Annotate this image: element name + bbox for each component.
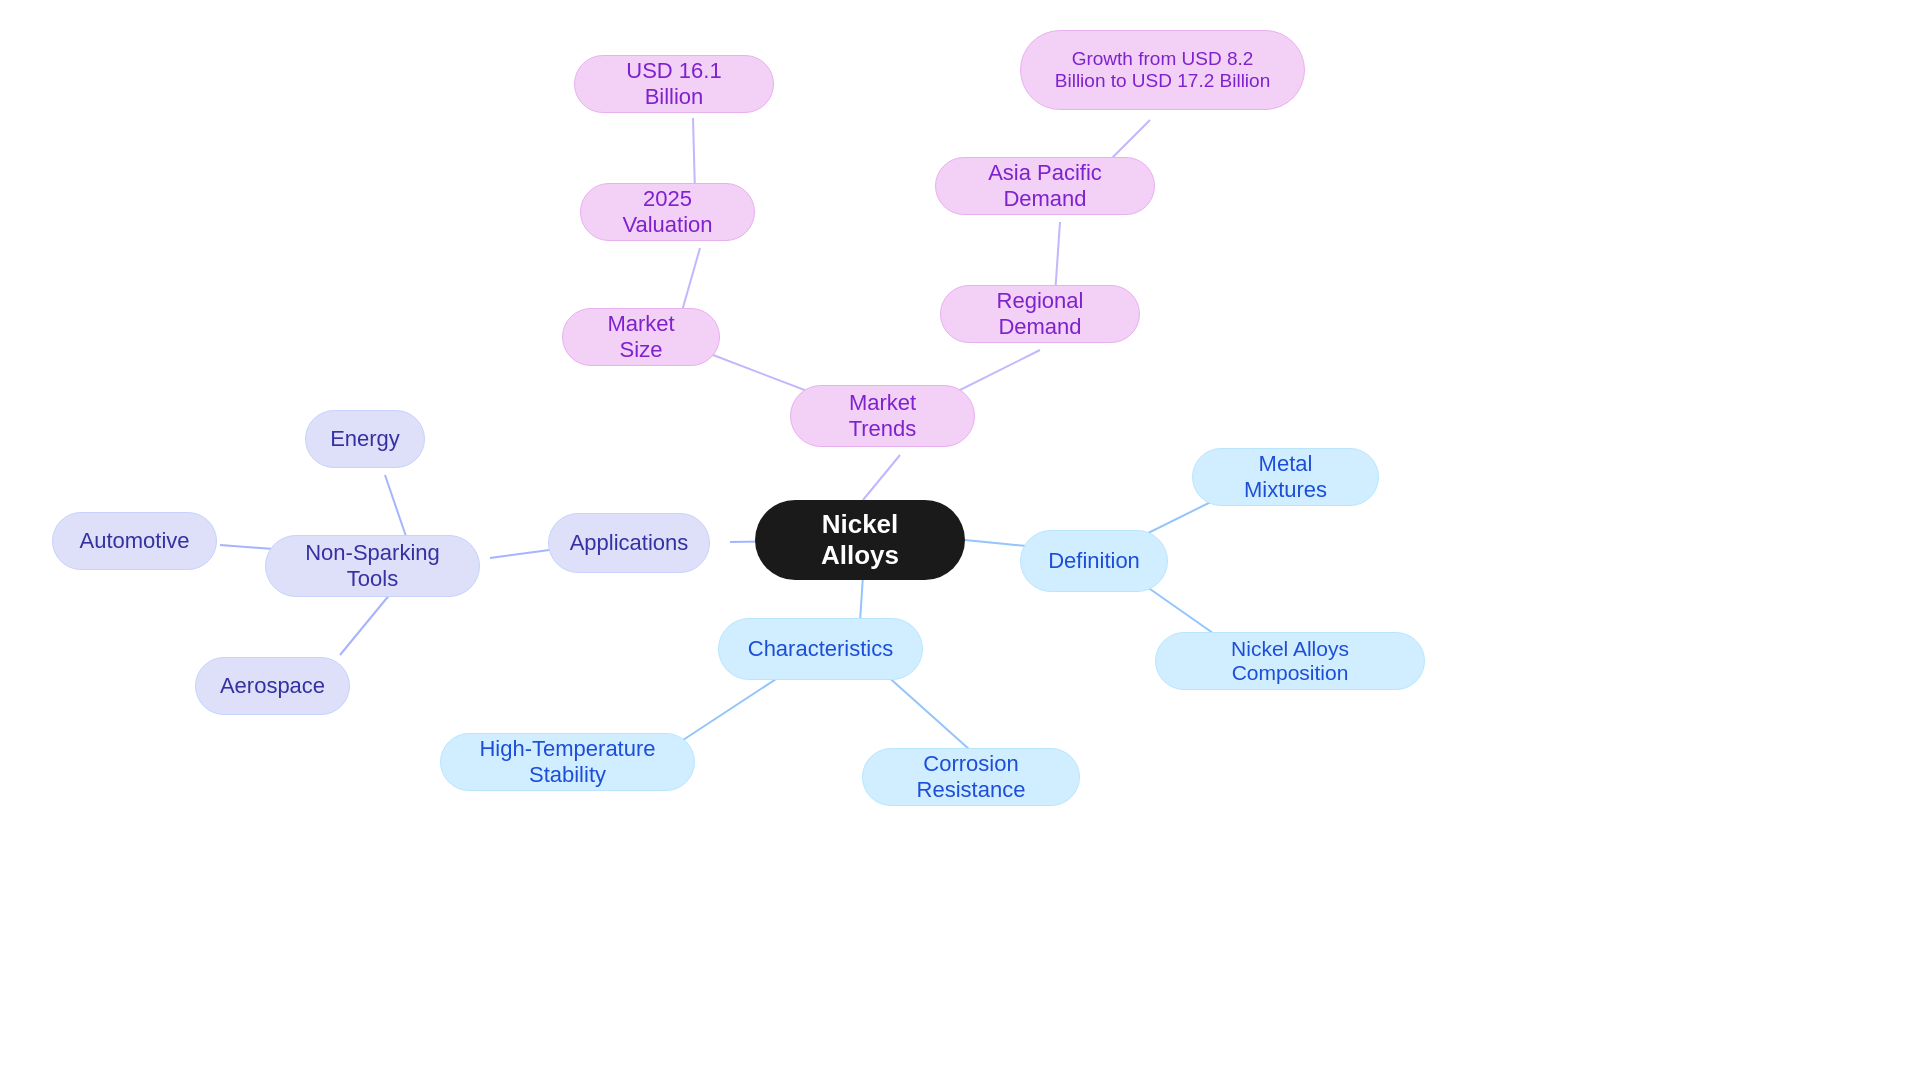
nickel-alloys-center[interactable]: Nickel Alloys [755,500,965,580]
svg-line-3 [693,118,695,193]
regional-demand-node[interactable]: Regional Demand [940,285,1140,343]
automotive-node[interactable]: Automotive [52,512,217,570]
growth-node[interactable]: Growth from USD 8.2 Billion to USD 17.2 … [1020,30,1305,110]
market-size-node[interactable]: Market Size [562,308,720,366]
non-sparking-tools-node[interactable]: Non-Sparking Tools [265,535,480,597]
applications-node[interactable]: Applications [548,513,710,573]
characteristics-node[interactable]: Characteristics [718,618,923,680]
aerospace-node[interactable]: Aerospace [195,657,350,715]
valuation-2025-node[interactable]: 2025 Valuation [580,183,755,241]
asia-pacific-node[interactable]: Asia Pacific Demand [935,157,1155,215]
high-temp-node[interactable]: High-Temperature Stability [440,733,695,791]
nickel-alloys-comp-node[interactable]: Nickel Alloys Composition [1155,632,1425,690]
usd-16-node[interactable]: USD 16.1 Billion [574,55,774,113]
energy-node[interactable]: Energy [305,410,425,468]
svg-line-0 [863,455,900,500]
metal-mixtures-node[interactable]: Metal Mixtures [1192,448,1379,506]
market-trends-node[interactable]: Market Trends [790,385,975,447]
svg-line-12 [860,575,863,622]
corrosion-node[interactable]: Corrosion Resistance [862,748,1080,806]
definition-node[interactable]: Definition [1020,530,1168,592]
